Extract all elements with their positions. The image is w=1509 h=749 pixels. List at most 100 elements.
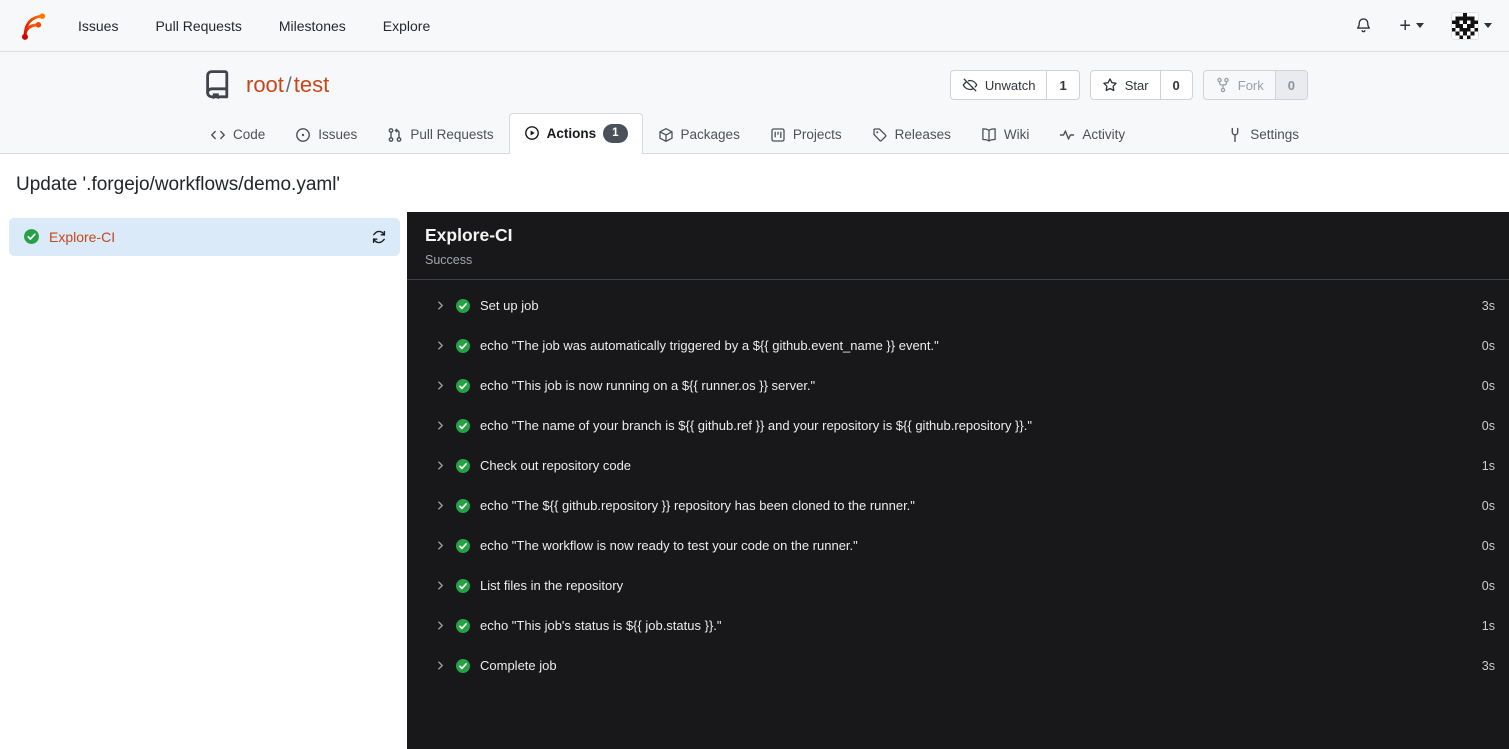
workflow-run-title: Update '.forgejo/workflows/demo.yaml' [16,173,341,195]
unwatch-label: Unwatch [984,77,1036,93]
create-new-button[interactable]: + [1399,16,1424,36]
step-row[interactable]: echo "This job's status is ${{ job.statu… [407,606,1509,646]
tab-projects[interactable]: Projects [755,116,857,154]
success-check-icon [456,498,470,513]
navbar-item-pull-requests[interactable]: Pull Requests [155,18,241,34]
step-row[interactable]: List files in the repository 0s [407,566,1509,606]
tab-wiki[interactable]: Wiki [966,116,1045,154]
unwatch-button-group: Unwatch 1 [949,70,1080,100]
step-name: Set up job [480,298,539,314]
unwatch-button[interactable]: Unwatch [951,71,1047,99]
repo-path-separator: / [285,74,292,97]
project-board-icon [771,128,785,142]
star-button[interactable]: Star [1091,71,1160,99]
step-name: echo "This job's status is ${{ job.statu… [480,618,722,634]
step-row[interactable]: echo "The workflow is now ready to test … [407,526,1509,566]
notifications-bell-icon[interactable] [1355,17,1372,34]
step-row[interactable]: echo "The ${{ github.repository }} repos… [407,486,1509,526]
step-name: echo "The ${{ github.repository }} repos… [480,498,915,514]
step-name: echo "The name of your branch is ${{ git… [480,418,1032,434]
step-name: echo "The workflow is now ready to test … [480,538,858,554]
step-duration: 0s [1481,418,1495,433]
step-row[interactable]: echo "This job is now running on a ${{ r… [407,366,1509,406]
navbar-right: + [1355,11,1492,40]
watch-count[interactable]: 1 [1046,71,1078,99]
jobs-sidebar: Explore-CI [0,212,407,749]
chevron-right-icon [435,580,446,591]
repo-title: root/test [201,69,329,101]
tag-icon [872,128,887,142]
repo-tabs: Code Issues Pull Requests Actions 1 Pack… [191,113,1318,154]
step-duration: 0s [1481,578,1495,593]
success-check-icon [456,298,470,313]
success-check-icon [456,338,470,353]
settings-wrench-icon [1231,127,1239,143]
success-check-icon [456,618,470,633]
fork-button-group: Fork 0 [1202,70,1308,100]
plus-icon: + [1399,14,1411,37]
success-check-icon [456,458,470,473]
navbar-links: Issues Pull Requests Milestones Explore [78,18,430,34]
chevron-right-icon [435,660,446,671]
top-navbar: Issues Pull Requests Milestones Explore … [0,0,1509,52]
step-duration: 0s [1481,498,1495,513]
tab-activity[interactable]: Activity [1044,116,1140,154]
tab-code[interactable]: Code [195,116,280,154]
repo-name-link[interactable]: test [294,72,329,97]
step-row[interactable]: Set up job 3s [407,286,1509,326]
pulse-icon [1060,130,1075,140]
step-duration: 3s [1481,658,1495,673]
play-circle-icon [524,126,539,141]
tab-issues[interactable]: Issues [280,116,372,154]
fork-icon [1217,77,1229,93]
refresh-icon[interactable] [371,229,387,245]
issue-icon [296,128,311,142]
navbar-item-explore[interactable]: Explore [383,18,430,34]
repo-owner-link[interactable]: root [246,72,284,97]
user-avatar [1451,11,1479,40]
chevron-right-icon [435,620,446,631]
user-menu[interactable] [1451,11,1492,40]
job-item-explore-ci[interactable]: Explore-CI [9,217,400,256]
job-name: Explore-CI [49,228,116,245]
navbar-item-issues[interactable]: Issues [78,18,118,34]
step-duration: 0s [1481,378,1495,393]
step-duration: 0s [1481,338,1495,353]
success-check-icon [24,229,39,245]
run-layout: Explore-CI Explore-CI Success Set up job… [0,211,1509,749]
actions-count-badge: 1 [603,124,628,143]
tab-pull-requests[interactable]: Pull Requests [372,116,508,154]
success-check-icon [456,578,470,593]
code-icon [211,130,225,140]
success-check-icon [456,538,470,553]
step-row[interactable]: echo "The name of your branch is ${{ git… [407,406,1509,446]
package-icon [658,127,673,142]
fork-count[interactable]: 0 [1274,71,1307,99]
chevron-right-icon [435,500,446,511]
step-row[interactable]: Complete job 3s [407,646,1509,686]
tab-packages[interactable]: Packages [643,116,755,154]
chevron-down-icon [1416,23,1424,28]
success-check-icon [456,418,470,433]
step-duration: 0s [1481,538,1495,553]
tab-releases[interactable]: Releases [857,116,966,154]
tab-settings[interactable]: Settings [1212,116,1314,154]
step-row[interactable]: Check out repository code 1s [407,446,1509,486]
job-log-header: Explore-CI Success [407,212,1509,280]
step-name: Check out repository code [480,458,632,474]
book-icon [982,128,996,142]
tab-actions[interactable]: Actions 1 [508,113,643,154]
chevron-right-icon [435,300,446,311]
job-steps-list: Set up job 3s echo "The job was automati… [407,280,1509,686]
star-count[interactable]: 0 [1159,71,1192,99]
pull-request-icon [388,128,402,142]
step-name: List files in the repository [480,578,624,594]
chevron-right-icon [435,380,446,391]
job-title: Explore-CI [425,224,513,245]
forgejo-logo-icon[interactable] [18,11,48,41]
success-check-icon [456,658,470,673]
repo-action-buttons: Unwatch 1 Star 0 Fork 0 [949,70,1308,100]
step-row[interactable]: echo "The job was automatically triggere… [407,326,1509,366]
navbar-item-milestones[interactable]: Milestones [279,18,346,34]
success-check-icon [456,378,470,393]
